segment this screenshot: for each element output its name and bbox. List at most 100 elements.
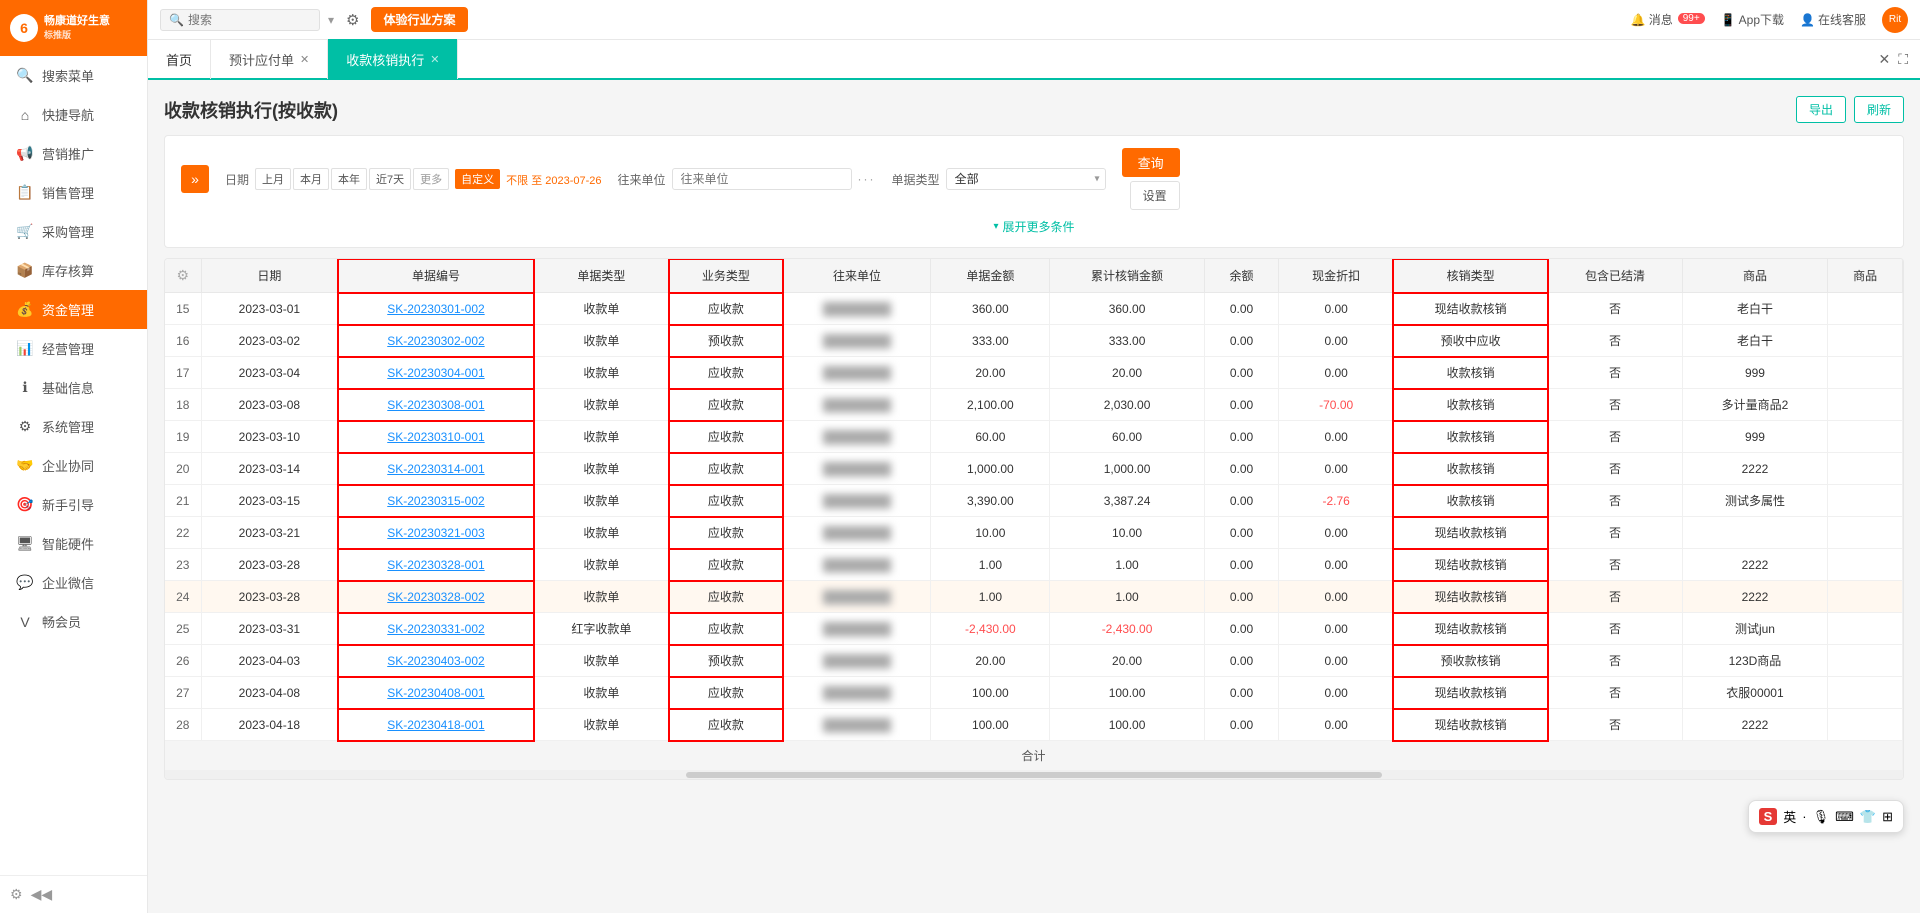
topbar-search-box[interactable]: 🔍 [160,9,320,31]
topbar-gear-icon[interactable]: ⚙ [346,11,359,29]
float-icon-grid[interactable]: ⊞ [1882,809,1893,825]
sidebar-item-wechat[interactable]: 💬企业微信 [0,563,147,602]
cell-docno[interactable]: SK-20230308-001 [338,389,535,421]
cell-docno[interactable]: SK-20230302-002 [338,325,535,357]
table-row: 28 2023-04-18 SK-20230418-001 收款单 应收款 ██… [165,709,1903,741]
cell-docno[interactable]: SK-20230310-001 [338,421,535,453]
cell-goods: 老白干 [1682,325,1828,357]
app-download-btn[interactable]: 📱 App下载 [1721,11,1784,28]
tab-close-all-btn[interactable]: ✕ [1878,51,1890,68]
cell-biztype: 应收款 [669,357,784,389]
cell-goods2 [1828,613,1903,645]
solution-btn[interactable]: 体验行业方案 [371,7,467,32]
sidebar-collapse-icon[interactable]: ◀◀ [31,886,53,903]
float-icon-shirt[interactable]: 👕 [1860,809,1876,825]
scrollbar-thumb[interactable] [686,772,1381,778]
table-gear-icon[interactable]: ⚙ [176,267,189,283]
tab-pending-payment-close[interactable]: ✕ [300,53,309,66]
tab-receipt-verify-close[interactable]: ✕ [430,53,439,66]
cell-balance: 0.00 [1204,325,1279,357]
sidebar-item-search[interactable]: 🔍搜索菜单 [0,56,147,95]
cell-doctype: 收款单 [534,389,668,421]
cell-docno[interactable]: SK-20230321-003 [338,517,535,549]
cell-docno[interactable]: SK-20230418-001 [338,709,535,741]
sidebar-item-purchase[interactable]: 🛒采购管理 [0,212,147,251]
cell-docno[interactable]: SK-20230304-001 [338,357,535,389]
tab-home[interactable]: 首页 [148,39,211,79]
filter-date-this-month[interactable]: 本月 [293,168,329,190]
cell-amount: 1.00 [931,549,1050,581]
cell-doctype: 收款单 [534,453,668,485]
sidebar-item-sales[interactable]: 📋销售管理 [0,173,147,212]
sidebar-item-finance[interactable]: 💰资金管理 [0,290,147,329]
filter-date-7days[interactable]: 近7天 [369,168,411,190]
cell-cashdiscount: 0.00 [1279,517,1394,549]
cell-docno[interactable]: SK-20230408-001 [338,677,535,709]
sidebar-item-hardware[interactable]: 🖥智能硬件 [0,524,147,563]
filter-expand-chevron: ▾ [993,221,998,232]
float-icon-mic[interactable]: 🎙 [1813,809,1830,825]
filter-date-more[interactable]: 更多 [413,168,449,190]
sidebar-gear-icon[interactable]: ⚙ [10,886,23,903]
table-row: 20 2023-03-14 SK-20230314-001 收款单 应收款 ██… [165,453,1903,485]
sidebar-item-quick-nav[interactable]: ⌂快捷导航 [0,95,147,134]
sidebar-item-member[interactable]: V畅会员 [0,602,147,641]
search-input[interactable] [188,13,288,27]
cell-docno[interactable]: SK-20230328-001 [338,549,535,581]
avatar[interactable]: Rit [1882,7,1908,33]
cell-cashdiscount: 0.00 [1279,357,1394,389]
sidebar-item-inventory[interactable]: 📦库存核算 [0,251,147,290]
online-service-btn[interactable]: 👤 在线客服 [1800,11,1866,28]
cell-settled: 否 [1548,485,1682,517]
sidebar-item-basic[interactable]: ℹ基础信息 [0,368,147,407]
sidebar-item-guide[interactable]: 🎯新手引导 [0,485,147,524]
float-icon-keyboard[interactable]: ⌨ [1835,809,1854,825]
sidebar-item-corp[interactable]: 🤝企业协同 [0,446,147,485]
cell-partner: ████████ [783,453,931,485]
cell-doctype: 收款单 [534,293,668,325]
filter-date-last-month[interactable]: 上月 [255,168,291,190]
cell-doctype: 收款单 [534,645,668,677]
cell-balance: 0.00 [1204,389,1279,421]
filter-toggle-btn[interactable]: » [181,165,209,193]
notification-btn[interactable]: 🔔 消息 99+ [1631,11,1705,28]
filter-date-custom-btn[interactable]: 自定义 [455,169,500,189]
cell-settled: 否 [1548,453,1682,485]
cell-docno[interactable]: SK-20230315-002 [338,485,535,517]
col-verifytype-header: 核销类型 [1393,259,1547,293]
cell-verifytype: 现结收款核销 [1393,677,1547,709]
query-btn[interactable]: 查询 [1122,148,1180,177]
cell-doctype: 收款单 [534,485,668,517]
refresh-btn[interactable]: 刷新 [1854,96,1904,123]
tab-receipt-verify[interactable]: 收款核销执行 ✕ [328,39,458,79]
tab-pending-payment[interactable]: 预计应付单 ✕ [211,39,328,79]
float-icon-1[interactable]: 英 [1783,807,1796,826]
filter-expand-btn[interactable]: ▾ 展开更多条件 [181,218,1887,235]
cell-goods2 [1828,485,1903,517]
filter-settings-btn[interactable]: 设置 [1130,181,1180,210]
cell-verifytype: 现结收款核销 [1393,581,1547,613]
cell-biztype: 应收款 [669,389,784,421]
cell-docno[interactable]: SK-20230314-001 [338,453,535,485]
cell-docno[interactable]: SK-20230403-002 [338,645,535,677]
filter-receipt-type-select[interactable]: 全部 收款单 红字收款单 [946,168,1106,190]
float-badge: S 英 · 🎙 ⌨ 👕 ⊞ [1748,800,1904,833]
horizontal-scrollbar[interactable] [165,771,1903,779]
cell-cashdiscount: 0.00 [1279,645,1394,677]
sidebar-item-marketing[interactable]: 📢营销推广 [0,134,147,173]
sidebar-item-operations[interactable]: 📊经营管理 [0,329,147,368]
sidebar-item-system[interactable]: ⚙系统管理 [0,407,147,446]
export-btn[interactable]: 导出 [1796,96,1846,123]
cell-docno[interactable]: SK-20230328-002 [338,581,535,613]
cell-doctype: 收款单 [534,581,668,613]
cell-docno[interactable]: SK-20230301-002 [338,293,535,325]
filter-partner-input[interactable] [672,168,852,190]
tab-maximize-btn[interactable]: ⛶ [1898,51,1908,68]
cell-docno[interactable]: SK-20230331-002 [338,613,535,645]
cell-num: 20 [165,453,201,485]
tab-home-label: 首页 [166,50,192,69]
cell-goods2 [1828,421,1903,453]
cell-date: 2023-03-01 [201,293,338,325]
topbar-chevron-icon[interactable]: ▾ [328,13,334,27]
filter-date-this-year[interactable]: 本年 [331,168,367,190]
